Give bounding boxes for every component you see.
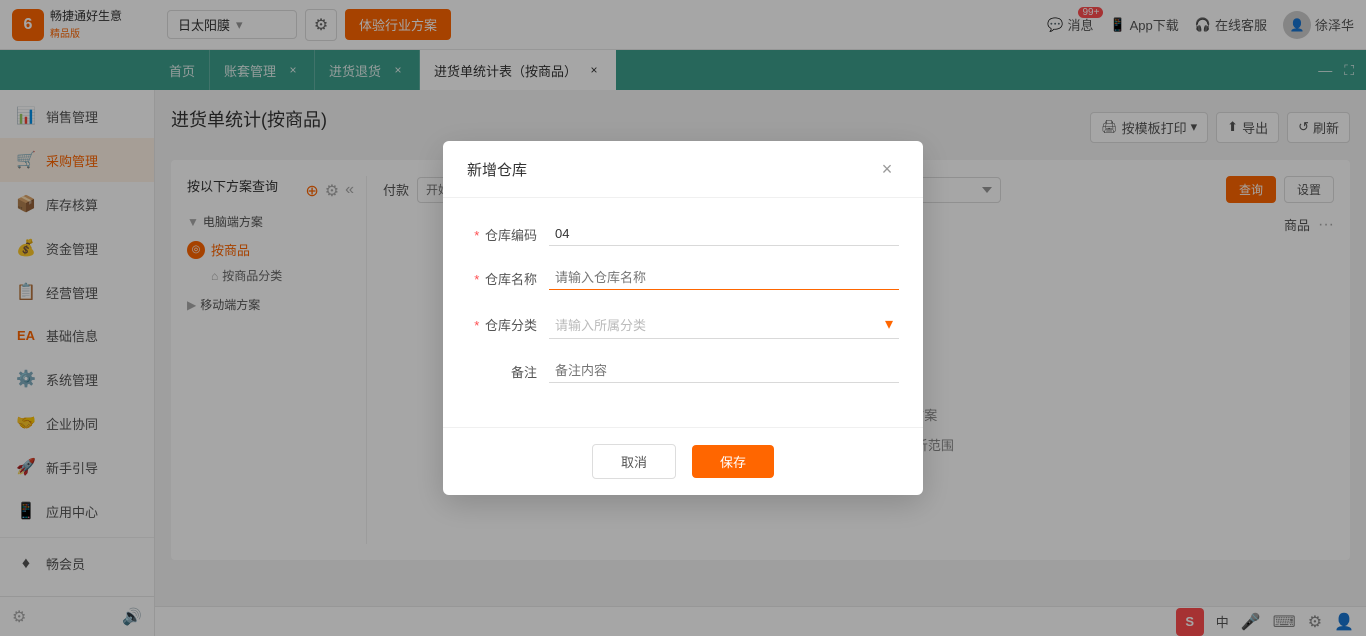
dialog-body: * 仓库编码 * 仓库名称 * 仓库分类 请输入所属 xyxy=(443,198,923,427)
warehouse-code-input[interactable] xyxy=(549,222,899,246)
dialog-header: 新增仓库 × xyxy=(443,141,923,198)
warehouse-name-input[interactable] xyxy=(549,266,899,290)
category-label: * 仓库分类 xyxy=(467,315,537,334)
form-row-code: * 仓库编码 xyxy=(467,222,899,246)
name-label: * 仓库名称 xyxy=(467,269,537,288)
remark-input[interactable] xyxy=(549,359,899,383)
code-label: * 仓库编码 xyxy=(467,225,537,244)
form-row-category: * 仓库分类 请输入所属分类 ▾ xyxy=(467,310,899,339)
form-row-name: * 仓库名称 xyxy=(467,266,899,290)
category-placeholder: 请输入所属分类 xyxy=(555,315,885,334)
dialog-close-button[interactable]: × xyxy=(875,157,899,181)
new-warehouse-dialog: 新增仓库 × * 仓库编码 * 仓库名称 xyxy=(443,141,923,495)
category-select[interactable]: 请输入所属分类 ▾ xyxy=(549,310,899,339)
category-dropdown-icon: ▾ xyxy=(885,314,893,334)
remark-label: 备注 xyxy=(467,362,537,381)
cancel-button[interactable]: 取消 xyxy=(592,444,676,479)
form-row-remark: 备注 xyxy=(467,359,899,383)
dialog-overlay: 新增仓库 × * 仓库编码 * 仓库名称 xyxy=(0,0,1366,636)
save-button[interactable]: 保存 xyxy=(692,445,774,478)
dialog-footer: 取消 保存 xyxy=(443,427,923,495)
dialog-title: 新增仓库 xyxy=(467,159,527,180)
